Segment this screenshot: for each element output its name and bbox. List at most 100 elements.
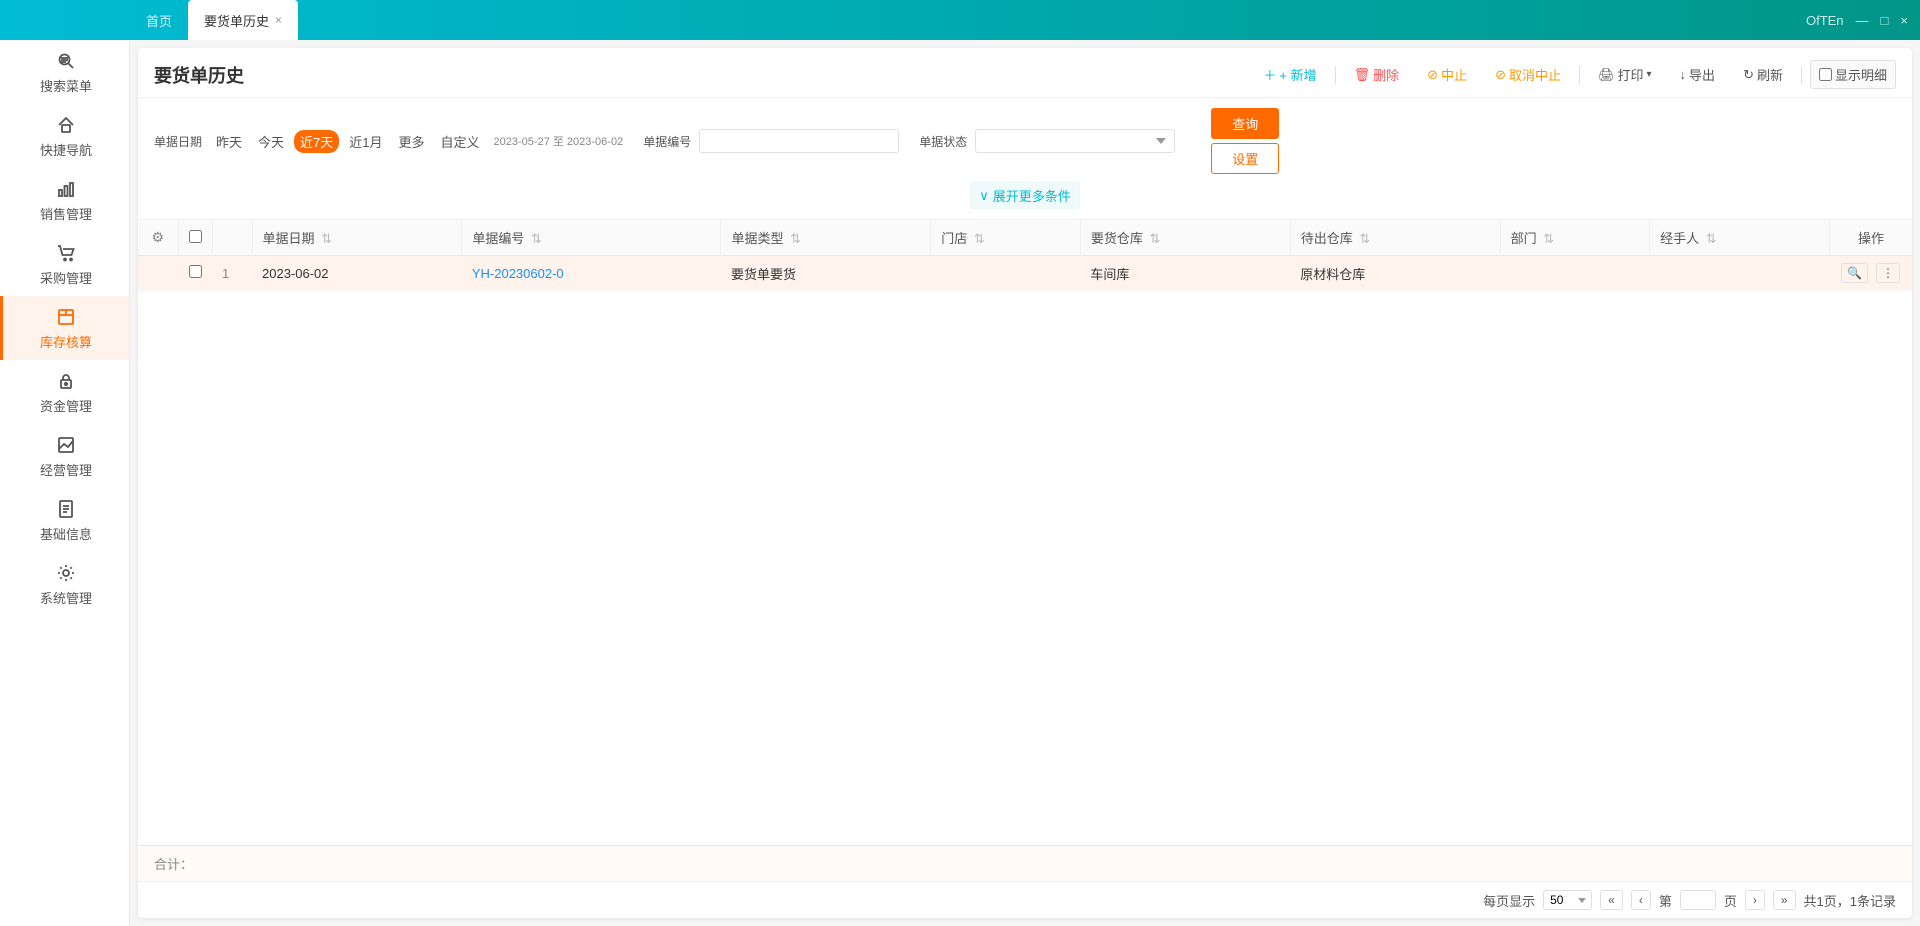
date-1month-btn[interactable]: 近1月 [343, 130, 388, 153]
sidebar-item-purchase-mgmt[interactable]: 采购管理 [0, 232, 129, 296]
sidebar-item-inventory-calc[interactable]: 库存核算 [0, 296, 129, 360]
date-custom-btn[interactable]: 自定义 [435, 130, 486, 153]
col-pending-warehouse[interactable]: 待出仓库 ⇅ [1290, 220, 1500, 256]
col-doc-no[interactable]: 单据编号 ⇅ [462, 220, 721, 256]
lock-icon [55, 370, 77, 392]
export-icon: ↓ [1680, 67, 1687, 82]
doc-no-sort-icon: ⇅ [531, 231, 542, 246]
table-container: ⚙ 单据日期 ⇅ 单据编号 ⇅ [138, 220, 1912, 845]
per-page-select[interactable]: 50 20 100 [1543, 890, 1592, 910]
display-detail-button[interactable]: 显示明细 [1810, 60, 1896, 89]
row-select-checkbox[interactable] [189, 265, 202, 278]
sidebar-item-quick-nav[interactable]: 快捷导航 [0, 104, 129, 168]
cart-icon [55, 242, 77, 264]
status-label: 单据状态 [919, 133, 967, 150]
sidebar: 搜索菜单 快捷导航 销售管理 [0, 40, 130, 926]
doc-no-label: 单据编号 [643, 133, 691, 150]
row-number: 1 [212, 256, 252, 291]
row-req-warehouse: 车间库 [1080, 256, 1290, 291]
stats-icon [55, 434, 77, 456]
next-page-button[interactable]: › [1745, 890, 1765, 910]
export-button[interactable]: ↓ 导出 [1670, 60, 1726, 89]
display-detail-checkbox[interactable] [1819, 68, 1832, 81]
col-settings[interactable]: ⚙ [138, 220, 178, 256]
doc-no-link[interactable]: YH-20230602-0 [472, 266, 564, 281]
query-button[interactable]: 查询 [1211, 108, 1279, 139]
date-7days-btn[interactable]: 近7天 [294, 130, 339, 153]
status-select[interactable] [975, 129, 1175, 153]
page-title: 要货单历史 [154, 62, 244, 88]
maximize-icon[interactable]: □ [1881, 13, 1889, 28]
date-shortcuts: 昨天 今天 近7天 近1月 更多 自定义 [210, 130, 486, 153]
col-checkbox[interactable] [178, 220, 212, 256]
display-detail-label: 显示明细 [1835, 65, 1887, 84]
date-today-btn[interactable]: 今天 [252, 130, 290, 153]
req-warehouse-sort-icon: ⇅ [1150, 231, 1161, 246]
table-body: 1 2023-06-02 YH-20230602-0 要货单要货 车间库 原材料… [138, 256, 1912, 291]
handler-sort-icon: ⇅ [1706, 231, 1717, 246]
col-date[interactable]: 单据日期 ⇅ [252, 220, 462, 256]
sidebar-item-sys-mgmt[interactable]: 系统管理 [0, 552, 129, 616]
table-settings-btn[interactable]: ⚙ [151, 229, 164, 246]
home-icon [55, 114, 77, 136]
page-unit: 页 [1724, 891, 1737, 910]
date-range-text: 2023-05-27 至 2023-06-02 [494, 133, 624, 149]
action-buttons: 查询 设置 [1211, 108, 1279, 174]
page-header: 要货单历史 ＋ + 新增 🗑 删除 ⊘ 中止 ⊘ 取消中止 [138, 48, 1912, 98]
sidebar-item-search-menu[interactable]: 搜索菜单 [0, 40, 129, 104]
table-row[interactable]: 1 2023-06-02 YH-20230602-0 要货单要货 车间库 原材料… [138, 256, 1912, 291]
tab-requisition-label: 要货单历史 [204, 11, 269, 30]
toolbar-divider-3 [1801, 66, 1802, 84]
top-bar: 首页 要货单历史 × OfTEn — □ × [0, 0, 1920, 40]
cancel-icon: ⊘ [1495, 67, 1506, 83]
sidebar-item-ops-mgmt[interactable]: 经营管理 [0, 424, 129, 488]
cancel-stop-label: 取消中止 [1509, 65, 1561, 84]
window-close-icon[interactable]: × [1900, 13, 1908, 28]
cancel-stop-button[interactable]: ⊘ 取消中止 [1485, 60, 1571, 89]
close-tab-icon[interactable]: × [275, 13, 282, 27]
prev-page-button[interactable]: ‹ [1631, 890, 1651, 910]
row-view-button[interactable]: 🔍 [1841, 263, 1868, 283]
tab-requisition-history[interactable]: 要货单历史 × [188, 0, 298, 40]
select-all-checkbox[interactable] [189, 230, 202, 243]
new-button[interactable]: ＋ + 新增 [1253, 60, 1326, 89]
dept-sort-icon: ⇅ [1543, 231, 1554, 246]
toolbar: ＋ + 新增 🗑 删除 ⊘ 中止 ⊘ 取消中止 🖨 [1253, 60, 1896, 89]
col-store[interactable]: 门店 ⇅ [931, 220, 1081, 256]
sidebar-item-label: 经营管理 [40, 460, 92, 479]
print-button[interactable]: 🖨 打印 ▾ [1588, 60, 1662, 89]
doc-no-input[interactable] [699, 129, 899, 153]
sidebar-item-sales-mgmt[interactable]: 销售管理 [0, 168, 129, 232]
sidebar-item-basic-info[interactable]: 基础信息 [0, 488, 129, 552]
tab-home[interactable]: 首页 [130, 0, 188, 40]
row-settings [138, 256, 178, 291]
delete-button[interactable]: 🗑 删除 [1344, 60, 1410, 89]
col-dept[interactable]: 部门 ⇅ [1500, 220, 1650, 256]
col-doc-type[interactable]: 单据类型 ⇅ [721, 220, 931, 256]
total-info: 共1页，1条记录 [1804, 891, 1896, 910]
footer-summary: 合计： [138, 845, 1912, 881]
col-handler[interactable]: 经手人 ⇅ [1650, 220, 1830, 256]
content-area: 要货单历史 ＋ + 新增 🗑 删除 ⊘ 中止 ⊘ 取消中止 [138, 48, 1912, 918]
row-checkbox[interactable] [178, 256, 212, 291]
chevron-down-icon: ∨ [979, 188, 989, 204]
date-more-btn[interactable]: 更多 [393, 130, 431, 153]
main-layout: 搜索菜单 快捷导航 销售管理 [0, 40, 1920, 926]
first-page-button[interactable]: « [1600, 890, 1623, 910]
refresh-button[interactable]: ↻ 刷新 [1733, 60, 1793, 89]
chart-icon [55, 178, 77, 200]
expand-more-button[interactable]: ∨ 展开更多条件 [970, 182, 1080, 209]
row-store [931, 256, 1081, 291]
col-req-warehouse[interactable]: 要货仓库 ⇅ [1080, 220, 1290, 256]
settings-button[interactable]: 设置 [1211, 143, 1279, 174]
date-yesterday-btn[interactable]: 昨天 [210, 130, 248, 153]
refresh-label: 刷新 [1757, 65, 1783, 84]
minimize-icon[interactable]: — [1856, 13, 1869, 28]
page-number-input[interactable]: 1 [1680, 890, 1716, 910]
last-page-button[interactable]: » [1773, 890, 1796, 910]
row-more-button[interactable]: ⋮ [1876, 263, 1900, 283]
gear-icon [55, 562, 77, 584]
sidebar-item-fund-mgmt[interactable]: 资金管理 [0, 360, 129, 424]
delete-icon: 🗑 [1354, 67, 1371, 83]
stop-button[interactable]: ⊘ 中止 [1417, 60, 1477, 89]
